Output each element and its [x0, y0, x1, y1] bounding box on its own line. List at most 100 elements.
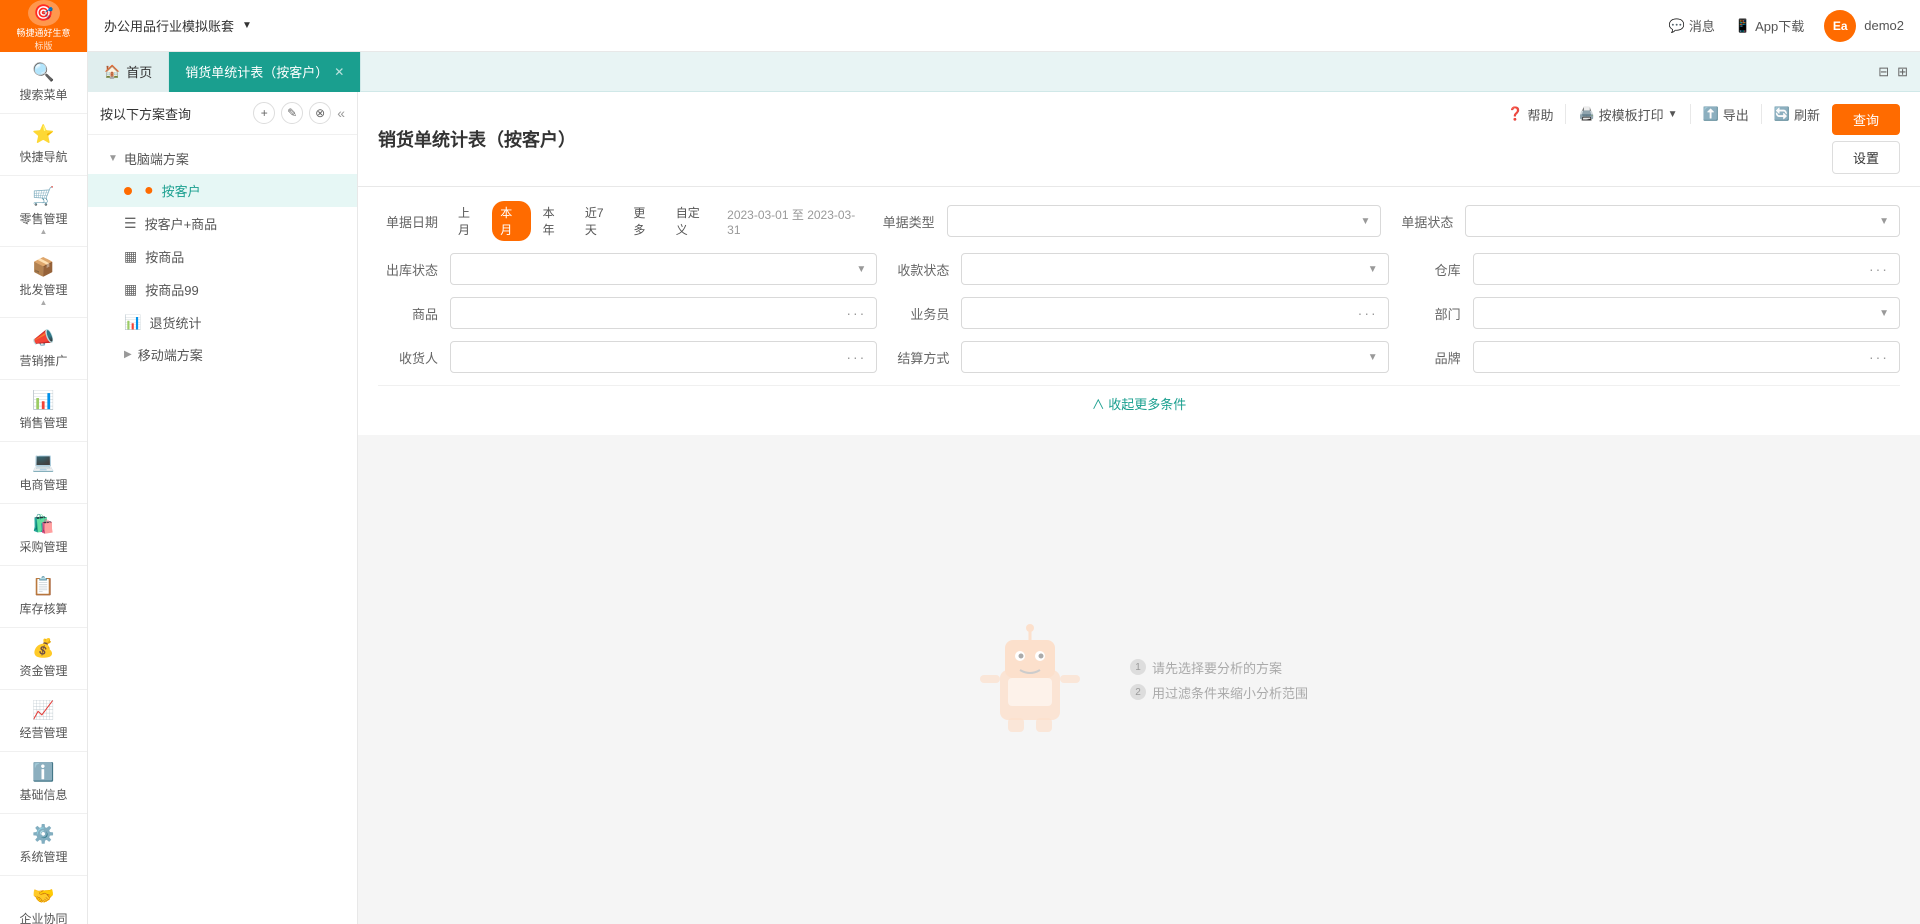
tree-item-by-goods-99[interactable]: ▦ 按商品99	[88, 273, 357, 306]
refresh-btn[interactable]: 🔄 刷新	[1774, 105, 1820, 124]
tree-item-by-goods[interactable]: ▦ 按商品	[88, 240, 357, 273]
filter-area: 单据日期 上月 本月 本年 近7天 更多 自定义 2023-03-01 至 20…	[358, 187, 1920, 435]
order-status-select[interactable]: ▼	[1465, 205, 1900, 237]
basic-icon: ℹ️	[32, 762, 54, 783]
sidebar-label-retail: 零售管理	[19, 210, 67, 227]
warehouse-dots: ···	[1869, 261, 1889, 277]
date-tab-this-year[interactable]: 本年	[535, 201, 573, 241]
sidebar-item-sales[interactable]: 📊 销售管理	[0, 380, 88, 442]
top-header: 办公用品行业模拟账套 ▼ 💬 消息 📱 App下载 Ea demo2	[88, 0, 1920, 52]
receive-status-select[interactable]: ▼	[961, 253, 1388, 285]
receiver-label: 收货人	[378, 348, 438, 367]
search-icon: 🔍	[32, 62, 54, 83]
tree-item-return-stats[interactable]: 📊 退货统计	[88, 306, 357, 339]
sidebar-item-enterprise[interactable]: 🤝 企业协同	[0, 876, 88, 924]
warehouse-label: 仓库	[1401, 260, 1461, 279]
tree-group-mobile-label: 移动端方案	[138, 345, 203, 364]
refresh-label: 刷新	[1794, 105, 1820, 124]
filter-row-4: 收货人 ··· 结算方式 ▼ 品牌 ···	[378, 341, 1900, 373]
empty-content: 1 请先选择要分析的方案 2 用过滤条件来缩小分析范围	[970, 620, 1308, 740]
sidebar-label-search: 搜索菜单	[19, 86, 67, 103]
add-scheme-btn[interactable]: +	[253, 102, 275, 124]
sidebar-item-shortcut[interactable]: ⭐ 快捷导航	[0, 114, 88, 176]
receiver-select[interactable]: ···	[450, 341, 877, 373]
tree-group-desktop[interactable]: ▼ 电脑端方案	[88, 143, 357, 174]
sidebar-item-basic[interactable]: ℹ️ 基础信息	[0, 752, 88, 814]
content-area: 按以下方案查询 + ✎ ⊗ « ▼ 电脑端方案 ● 按客户	[88, 92, 1920, 924]
sidebar-item-retail[interactable]: 🛒 零售管理 ▲	[0, 176, 88, 247]
print-icon: 🖨️	[1578, 106, 1594, 122]
date-tab-custom[interactable]: 自定义	[668, 201, 717, 241]
retail-arrow: ▲	[40, 227, 48, 236]
sidebar-item-ecommerce[interactable]: 💻 电商管理	[0, 442, 88, 504]
tree-arrow-desktop: ▼	[108, 153, 118, 164]
app-download-btn[interactable]: 📱 App下载	[1735, 16, 1804, 35]
tree-item-customer-goods[interactable]: ☰ 按客户+商品	[88, 207, 357, 240]
out-status-select[interactable]: ▼	[450, 253, 877, 285]
order-type-label: 单据类型	[875, 212, 935, 231]
sidebar-item-wholesale[interactable]: 📦 批发管理 ▲	[0, 247, 88, 318]
marketing-icon: 📣	[32, 328, 54, 349]
date-tab-this-month[interactable]: 本月	[492, 201, 530, 241]
date-tab-more[interactable]: 更多	[625, 201, 663, 241]
message-icon: 💬	[1669, 18, 1685, 34]
tab-close-icon[interactable]: ✕	[334, 65, 344, 79]
date-tabs: 上月 本月 本年 近7天 更多 自定义	[450, 201, 717, 241]
sidebar: 🎯 畅捷通好生意 标版 🔍 搜索菜单 ⭐ 快捷导航 🛒 零售管理 ▲ 📦 批发管…	[0, 0, 88, 924]
help-btn[interactable]: ❓ 帮助	[1507, 105, 1553, 124]
wholesale-icon: 📦	[32, 257, 54, 278]
header-actions: 💬 消息 📱 App下载 Ea demo2	[1669, 10, 1904, 42]
staff-select[interactable]: ···	[961, 297, 1388, 329]
app-download-label: App下载	[1755, 16, 1804, 35]
user-profile[interactable]: Ea demo2	[1824, 10, 1904, 42]
wholesale-arrow: ▲	[40, 298, 48, 307]
sidebar-label-sales: 销售管理	[19, 414, 67, 431]
tab-sales-stats[interactable]: 销货单统计表（按客户） ✕	[169, 52, 361, 92]
query-button[interactable]: 查询	[1832, 104, 1900, 135]
brand-select[interactable]: ···	[1473, 341, 1900, 373]
empty-hint-1: 1 请先选择要分析的方案	[1130, 658, 1282, 677]
goods-select[interactable]: ···	[450, 297, 877, 329]
settings-button[interactable]: 设置	[1832, 141, 1900, 174]
order-type-select[interactable]: ▼	[947, 205, 1382, 237]
avatar-initials: Ea	[1833, 19, 1848, 33]
help-label: 帮助	[1527, 105, 1553, 124]
sales-icon: 📊	[32, 390, 54, 411]
collapse-more-btn[interactable]: ∧ 收起更多条件	[378, 385, 1900, 421]
hint-num-1: 1	[1130, 659, 1146, 675]
dept-select[interactable]: ▼	[1473, 297, 1900, 329]
date-label: 单据日期	[378, 212, 438, 231]
settlement-select[interactable]: ▼	[961, 341, 1388, 373]
export-btn[interactable]: ⬆️ 导出	[1703, 105, 1749, 124]
delete-scheme-btn[interactable]: ⊗	[309, 102, 331, 124]
tree-item-by-customer[interactable]: ● 按客户	[88, 174, 357, 207]
staff-dots: ···	[1358, 305, 1378, 321]
collapse-panel-btn[interactable]: «	[337, 105, 345, 121]
date-tab-7days[interactable]: 近7天	[577, 201, 622, 241]
sidebar-item-finance[interactable]: 💰 资金管理	[0, 628, 88, 690]
sidebar-item-inventory[interactable]: 📋 库存核算	[0, 566, 88, 628]
sidebar-item-system[interactable]: ⚙️ 系统管理	[0, 814, 88, 876]
industry-selector[interactable]: 办公用品行业模拟账套	[104, 16, 234, 35]
edit-scheme-btn[interactable]: ✎	[281, 102, 303, 124]
sidebar-item-marketing[interactable]: 📣 营销推广	[0, 318, 88, 380]
tab-home[interactable]: 🏠 首页	[88, 52, 169, 92]
collapse-label: ∧ 收起更多条件	[1092, 397, 1187, 412]
print-btn[interactable]: 🖨️ 按模板打印 ▼	[1578, 105, 1677, 124]
tree-group-mobile[interactable]: ▶ 移动端方案	[88, 339, 357, 370]
tab-bar: 🏠 首页 销货单统计表（按客户） ✕ ⊟ ⊞	[88, 52, 1920, 92]
sidebar-item-operations[interactable]: 📈 经营管理	[0, 690, 88, 752]
sidebar-item-search[interactable]: 🔍 搜索菜单	[0, 52, 88, 114]
date-tab-last-month[interactable]: 上月	[450, 201, 488, 241]
active-indicator	[124, 187, 132, 195]
warehouse-select[interactable]: ···	[1473, 253, 1900, 285]
sidebar-item-purchase[interactable]: 🛍️ 采购管理	[0, 504, 88, 566]
tree-item-label-goods-99: 按商品99	[145, 280, 198, 299]
tab-expand-btn[interactable]: ⊟ ⊞	[1866, 64, 1920, 80]
retail-icon: 🛒	[32, 186, 54, 207]
tree-item-label-return: 退货统计	[149, 313, 201, 332]
messages-btn[interactable]: 💬 消息	[1669, 16, 1715, 35]
empty-hint-2-text: 用过滤条件来缩小分析范围	[1152, 683, 1308, 702]
purchase-icon: 🛍️	[32, 514, 54, 535]
app-logo[interactable]: 🎯 畅捷通好生意 标版	[0, 0, 88, 52]
